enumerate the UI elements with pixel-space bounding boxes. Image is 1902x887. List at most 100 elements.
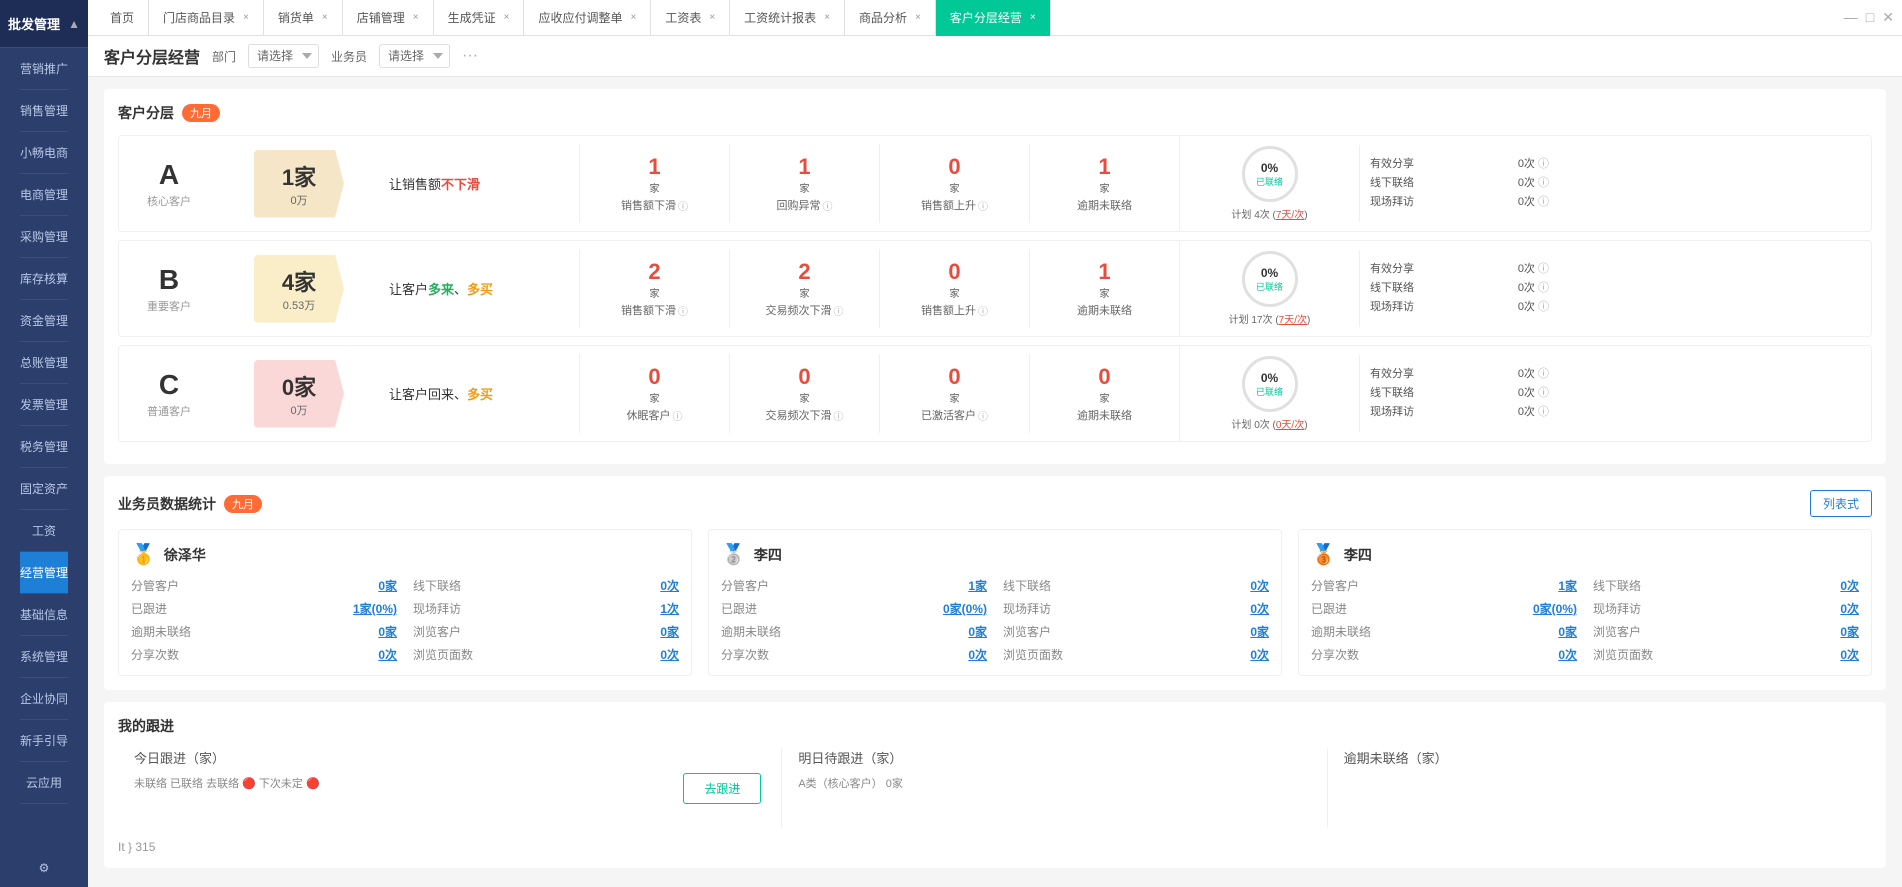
- tab-工资表[interactable]: 工资表×: [651, 0, 730, 36]
- tier-stat4-A[interactable]: 1 家 逾期未联络: [1029, 144, 1179, 223]
- dept-label: 部门: [212, 48, 236, 65]
- sidebar-item-企业协同[interactable]: 企业协同: [20, 678, 68, 720]
- sidebar-item-经营管理[interactable]: 经营管理: [20, 552, 68, 594]
- list-view-button[interactable]: 列表式: [1810, 490, 1872, 517]
- toolbar: 客户分层经营 部门 请选择 业务员 请选择 ···: [88, 36, 1902, 77]
- sidebar-header[interactable]: 批发管理 ▲: [0, 0, 88, 48]
- tier-stat2-C[interactable]: 0 家 交易频次下滑 ⓘ: [729, 354, 879, 433]
- tier-stat1-A[interactable]: 1 家 销售额下滑 ⓘ: [579, 144, 729, 223]
- tier-count-B[interactable]: 4家 0.53万: [219, 245, 379, 333]
- tier-stat1-C[interactable]: 0 家 休眠客户 ⓘ: [579, 354, 729, 433]
- sp-rank-icon-2: 🥉: [1311, 542, 1336, 567]
- sp-header-1: 🥈 李四: [721, 542, 1269, 567]
- tier-stat4-C[interactable]: 0 家 逾期未联络: [1029, 354, 1179, 433]
- followup-header: 我的跟进: [118, 716, 1872, 736]
- tab-首页[interactable]: 首页: [96, 0, 149, 36]
- tab-close-icon[interactable]: ×: [1030, 12, 1036, 23]
- sidebar: 批发管理 ▲ 营销推广销售管理小畅电商电商管理采购管理库存核算资金管理总账管理发…: [0, 0, 88, 887]
- tab-应收应付调整单[interactable]: 应收应付调整单×: [524, 0, 651, 36]
- sidebar-item-税务管理[interactable]: 税务管理: [20, 426, 68, 468]
- sidebar-item-工资[interactable]: 工资: [20, 510, 68, 552]
- tier-stat3-A[interactable]: 0 家 销售额上升 ⓘ: [879, 144, 1029, 223]
- tab-生成凭证[interactable]: 生成凭证×: [434, 0, 525, 36]
- followup-section: 我的跟进 今日跟进（家） 未联络 已联络 去联络 🔴 下次未定 🔴 去跟进 明日…: [104, 702, 1886, 868]
- tier-name-B: 重要客户: [147, 298, 191, 314]
- tab-close-icon[interactable]: ×: [322, 12, 328, 23]
- sidebar-item-系统管理[interactable]: 系统管理: [20, 636, 68, 678]
- more-options-icon[interactable]: ···: [462, 47, 478, 65]
- settings-button[interactable]: ⚙: [0, 849, 88, 887]
- sidebar-item-采购管理[interactable]: 采购管理: [20, 216, 68, 258]
- sp-stat-row: 分享次数 0次: [721, 646, 987, 663]
- tab-客户分层经营[interactable]: 客户分层经营×: [936, 0, 1051, 36]
- sp-rank-icon-0: 🥇: [131, 542, 156, 567]
- tab-close-icon[interactable]: ×: [915, 12, 921, 23]
- tier-row-C: C 普通客户 0家 0万 让客户回来、多买 0 家 休眠客户 ⓘ 0 家 交易频…: [118, 345, 1872, 442]
- tier-count-C[interactable]: 0家 0万: [219, 350, 379, 438]
- tab-close-icon[interactable]: ×: [824, 12, 830, 23]
- tab-close-icon[interactable]: ×: [504, 12, 510, 23]
- tier-suggest-B: 让客户多来、多买: [379, 269, 579, 308]
- sidebar-item-库存核算[interactable]: 库存核算: [20, 258, 68, 300]
- tier-stat2-B[interactable]: 2 家 交易频次下滑 ⓘ: [729, 249, 879, 328]
- sidebar-item-销售管理[interactable]: 销售管理: [20, 90, 68, 132]
- tab-门店商品目录[interactable]: 门店商品目录×: [149, 0, 264, 36]
- dept-select[interactable]: 请选择: [248, 44, 319, 68]
- tier-stat1-B[interactable]: 2 家 销售额下滑 ⓘ: [579, 249, 729, 328]
- tier-stat4-B[interactable]: 1 家 逾期未联络: [1029, 249, 1179, 328]
- salesperson-card-0: 🥇 徐泽华 分管客户 0家 线下联络 0次 已跟进 1家(0%): [118, 529, 692, 676]
- sp-rank-icon-1: 🥈: [721, 542, 746, 567]
- tab-close-icon[interactable]: ×: [709, 12, 715, 23]
- tab-close-icon[interactable]: ×: [243, 12, 249, 23]
- tab-close-icon[interactable]: ×: [630, 12, 636, 23]
- tier-letter-B: B: [159, 264, 179, 296]
- sidebar-item-电商管理[interactable]: 电商管理: [20, 174, 68, 216]
- sp-stat-row: 浏览页面数 0次: [413, 646, 679, 663]
- sidebar-item-资金管理[interactable]: 资金管理: [20, 300, 68, 342]
- minimize-icon[interactable]: —: [1844, 9, 1858, 26]
- sidebar-item-发票管理[interactable]: 发票管理: [20, 384, 68, 426]
- maximize-icon[interactable]: □: [1866, 9, 1874, 26]
- sidebar-item-基础信息[interactable]: 基础信息: [20, 594, 68, 636]
- sidebar-item-总账管理[interactable]: 总账管理: [20, 342, 68, 384]
- tier-count-A[interactable]: 1家 0万: [219, 140, 379, 228]
- tab-销货单[interactable]: 销货单×: [264, 0, 343, 36]
- tier-label-A: A 核心客户: [119, 147, 219, 221]
- sp-name-1: 李四: [754, 545, 782, 565]
- sp-stat-row: 现场拜访 0次: [1003, 600, 1269, 617]
- tab-商品分析[interactable]: 商品分析×: [845, 0, 936, 36]
- sidebar-item-固定资产[interactable]: 固定资产: [20, 468, 68, 510]
- sp-header-0: 🥇 徐泽华: [131, 542, 679, 567]
- main-area: 首页门店商品目录×销货单×店铺管理×生成凭证×应收应付调整单×工资表×工资统计报…: [88, 0, 1902, 887]
- sidebar-item-小畅电商[interactable]: 小畅电商: [20, 132, 68, 174]
- sidebar-collapse-icon[interactable]: ▲: [68, 17, 80, 31]
- tier-stat3-C[interactable]: 0 家 已激活客户 ⓘ: [879, 354, 1029, 433]
- sidebar-item-云应用[interactable]: 云应用: [20, 762, 68, 804]
- sp-stat-row: 现场拜访 0次: [1593, 600, 1859, 617]
- tab-店铺管理[interactable]: 店铺管理×: [343, 0, 434, 36]
- tier-stat2-A[interactable]: 1 家 回购异常 ⓘ: [729, 144, 879, 223]
- sp-stat-row: 浏览客户 0家: [1003, 623, 1269, 640]
- sidebar-item-营销推广[interactable]: 营销推广: [20, 48, 68, 90]
- tier-stat3-B[interactable]: 0 家 销售额上升 ⓘ: [879, 249, 1029, 328]
- sidebar-item-新手引导[interactable]: 新手引导: [20, 720, 68, 762]
- tabbar-actions: — □ ✕: [1844, 9, 1894, 26]
- tab-工资统计报表[interactable]: 工资统计报表×: [730, 0, 845, 36]
- salesperson-label: 业务员: [331, 48, 367, 65]
- tier-row-B: B 重要客户 4家 0.53万 让客户多来、多买 2 家 销售额下滑 ⓘ 2 家…: [118, 240, 1872, 337]
- gear-icon: ⚙: [39, 861, 50, 875]
- sp-stat-row: 浏览页面数 0次: [1003, 646, 1269, 663]
- tier-suggest-A: 让销售额不下滑: [379, 164, 579, 203]
- tier-label-B: B 重要客户: [119, 252, 219, 326]
- salesperson-title: 业务员数据统计: [118, 494, 216, 514]
- tier-suggest-C: 让客户回来、多买: [379, 374, 579, 413]
- customer-tier-title: 客户分层: [118, 103, 174, 123]
- close-window-icon[interactable]: ✕: [1882, 9, 1894, 26]
- go-followup-button[interactable]: 去跟进: [683, 773, 761, 804]
- page-title: 客户分层经营: [104, 44, 200, 68]
- sp-stat-row: 浏览页面数 0次: [1593, 646, 1859, 663]
- sp-stat-row: 已跟进 0家(0%): [721, 600, 987, 617]
- salesperson-select[interactable]: 请选择: [379, 44, 450, 68]
- tab-close-icon[interactable]: ×: [413, 12, 419, 23]
- tier-letter-A: A: [159, 159, 179, 191]
